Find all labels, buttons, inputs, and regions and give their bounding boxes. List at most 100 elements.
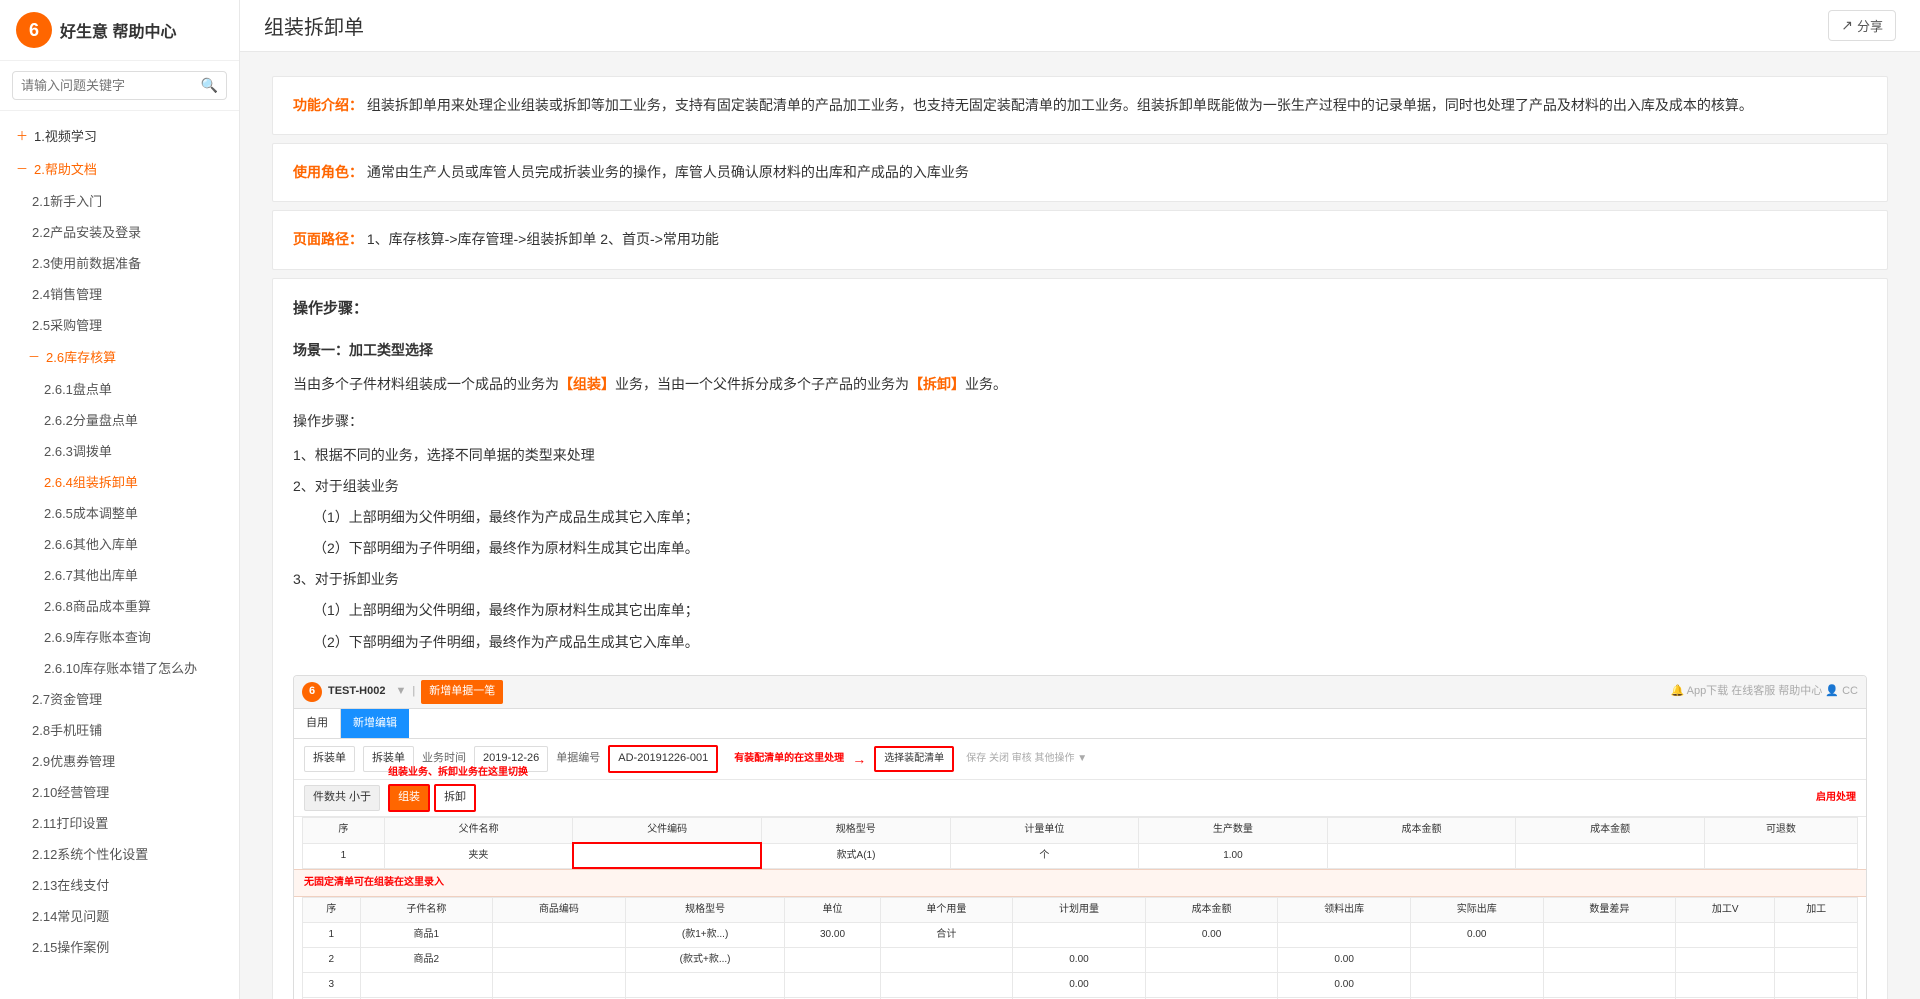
mock-table2: 序 子件名称 商品编码 规格型号 单位 单个用量 计划用量 成本金额 领料出库 (302, 897, 1858, 999)
role-text: 通常由生产人员或库管人员完成折装业务的操作，库管人员确认原材料的出库和产成品的入… (367, 164, 969, 180)
collapse-icon: － (16, 160, 28, 177)
mock-app-topbar: 6 TEST-H002 ▼ | 新增单据一笔 🔔 App下载 在线客服 帮助中心… (294, 676, 1866, 709)
mock-docno: AD-20191226-001 (608, 745, 718, 773)
step3-1: （1）上部明细为父件明细，最终作为原材料生成其它出库单； (293, 598, 1867, 623)
path-text: 1、库存核算->库存管理->组装拆卸单 2、首页->常用功能 (367, 231, 719, 247)
sidebar-item-video[interactable]: ＋ 1.视频学习 (0, 119, 239, 152)
table-row: 3 0.00 0.00 (303, 973, 1858, 998)
table-row: 2 商品2 (款式+款...) 0.00 0.00 (303, 948, 1858, 973)
annotation3: 组装业务、拆卸业务在这里切换 (388, 764, 528, 782)
sidebar-item-custom[interactable]: 2.12系统个性化设置 (0, 838, 239, 869)
share-button[interactable]: ↗ 分享 (1828, 10, 1896, 41)
search-icon[interactable]: 🔍 (201, 77, 218, 94)
table-row: 1 商品1 (款1+款...) 30.00 合计 0.00 0.00 (303, 923, 1858, 948)
mock-sep: | (412, 682, 415, 702)
sidebar-item-cost-reset[interactable]: 2.6.8商品成本重算 (0, 590, 239, 621)
page-title: 组装拆卸单 (264, 11, 364, 40)
sidebar-item-help-docs[interactable]: － 2.帮助文档 (0, 152, 239, 185)
sidebar-item-print[interactable]: 2.11打印设置 (0, 807, 239, 838)
red-arrow-1: → (852, 747, 866, 772)
mock-type-toggle: 组装 (388, 784, 430, 812)
sidebar-item-data-prep[interactable]: 2.3使用前数据准备 (0, 247, 239, 278)
sidebar-item-partial-stocktake[interactable]: 2.6.2分量盘点单 (0, 404, 239, 435)
sidebar-item-new-user[interactable]: 2.1新手入门 (0, 185, 239, 216)
mock-app: 6 TEST-H002 ▼ | 新增单据一笔 🔔 App下载 在线客服 帮助中心… (294, 676, 1866, 999)
mock-tab-new: 新增编辑 (341, 709, 409, 739)
mock-select-bom: 选择装配清单 (874, 746, 954, 772)
step2: 2、对于组装业务 (293, 474, 1867, 499)
intro-text: 组装拆卸单用来处理企业组装或拆卸等加工业务，支持有固定装配清单的产品加工业务，也… (367, 97, 1753, 113)
mock-doc-header: 拆装单 拆装单 业务时间 2019-12-26 单据编号 AD-20191226… (294, 739, 1866, 780)
sidebar-item-ledger-error[interactable]: 2.6.10库存账本错了怎么办 (0, 652, 239, 683)
sidebar-item-ledger-query[interactable]: 2.6.9库存账本查询 (0, 621, 239, 652)
mock-doc-type: 拆装单 (304, 746, 355, 772)
content-area: 功能介绍： 组装拆卸单用来处理企业组装或拆卸等加工业务，支持有固定装配清单的产品… (240, 52, 1920, 999)
mock-new-btn: 新增单据一笔 (421, 680, 503, 704)
table-row: 1 夹夹 款式A(1) 个 1.00 (303, 843, 1858, 868)
role-section: 使用角色： 通常由生产人员或库管人员完成折装业务的操作，库管人员确认原材料的出库… (272, 143, 1888, 202)
sidebar: 6 好生意 帮助中心 🔍 ＋ 1.视频学习 － 2.帮助文档 2.1新手入门 2… (0, 0, 240, 999)
annotation1: 有装配清单的在这里处理 (734, 750, 844, 768)
mock-separator-row: 无固定清单可在组装在这里录入 (294, 869, 1866, 897)
mock-dropdown: ▼ (395, 682, 406, 702)
path-section: 页面路径： 1、库存核算->库存管理->组装拆卸单 2、首页->常用功能 (272, 210, 1888, 269)
sidebar-item-coupon[interactable]: 2.9优惠券管理 (0, 745, 239, 776)
scene1-desc: 当由多个子件材料组装成一个成品的业务为【组装】业务，当由一个父件拆分成多个子产品… (293, 371, 1867, 398)
sidebar-item-ops[interactable]: 2.10经营管理 (0, 776, 239, 807)
app-logo-icon: 6 (16, 12, 52, 48)
intro-label: 功能介绍： (293, 97, 363, 113)
sidebar-item-cost-adjust[interactable]: 2.6.5成本调整单 (0, 497, 239, 528)
search-input[interactable] (21, 78, 201, 93)
mock-type-toggle2: 拆卸 (434, 784, 476, 812)
expand-icon: ＋ (16, 127, 28, 144)
mock-save-btn: 保存 关闭 审核 其他操作 ▼ (966, 750, 1087, 768)
app-name: 好生意 帮助中心 (60, 18, 176, 42)
step3: 3、对于拆卸业务 (293, 567, 1867, 592)
sidebar-item-purchase[interactable]: 2.5采购管理 (0, 309, 239, 340)
sidebar-item-other-in[interactable]: 2.6.6其他入库单 (0, 528, 239, 559)
sidebar-item-finance[interactable]: 2.7资金管理 (0, 683, 239, 714)
share-icon: ↗ (1841, 17, 1853, 34)
annotation3-container: 组装 拆卸 组装业务、拆卸业务在这里切换 (388, 784, 476, 812)
main-panel: 组装拆卸单 ↗ 分享 功能介绍： 组装拆卸单用来处理企业组装或拆卸等加工业务，支… (240, 0, 1920, 999)
annotation5: 无固定清单可在组装在这里录入 (304, 874, 444, 892)
step3-2: （2）下部明细为子件明细，最终作为产成品生成其它入库单。 (293, 630, 1867, 655)
mock-stat-count: 件数共 小于 (304, 785, 380, 811)
mock-table1-area: 序 父件名称 父件编码 规格型号 计量单位 生产数量 成本金额 成本金额 可退数 (294, 817, 1866, 869)
mock-tabs-row: 自用 新增编辑 (294, 709, 1866, 740)
sidebar-item-cases[interactable]: 2.15操作案例 (0, 931, 239, 962)
collapse-icon: － (28, 348, 40, 365)
ops-section: 操作步骤： 场景一：加工类型选择 当由多个子件材料组装成一个成品的业务为【组装】… (272, 278, 1888, 999)
steps-list: 1、根据不同的业务，选择不同单据的类型来处理 2、对于组装业务 （1）上部明细为… (293, 443, 1867, 655)
sidebar-item-faq[interactable]: 2.14常见问题 (0, 900, 239, 931)
step2-1: （1）上部明细为父件明细，最终作为产成品生成其它入库单； (293, 505, 1867, 530)
search-box[interactable]: 🔍 (12, 71, 227, 100)
step1: 1、根据不同的业务，选择不同单据的类型来处理 (293, 443, 1867, 468)
mock-table1: 序 父件名称 父件编码 规格型号 计量单位 生产数量 成本金额 成本金额 可退数 (302, 817, 1858, 869)
sidebar-item-mobile[interactable]: 2.8手机旺铺 (0, 714, 239, 745)
mock-tab-self: 自用 (294, 709, 341, 739)
steps-heading: 操作步骤： (293, 409, 1867, 434)
mock-annotation3-row: 件数共 小于 组装 拆卸 组装业务、拆卸业务在这里切换 启用处理 (294, 780, 1866, 817)
screenshot-container: 6 TEST-H002 ▼ | 新增单据一笔 🔔 App下载 在线客服 帮助中心… (293, 675, 1867, 999)
mock-docno-label: 单据编号 (556, 749, 600, 769)
mock-company: TEST-H002 (328, 682, 385, 702)
sidebar-item-stocktake[interactable]: 2.6.1盘点单 (0, 373, 239, 404)
scene1-heading: 场景一：加工类型选择 (293, 338, 1867, 363)
sidebar-item-assembly[interactable]: 2.6.4组装拆卸单 (0, 466, 239, 497)
mock-table2-area: 序 子件名称 商品编码 规格型号 单位 单个用量 计划用量 成本金额 领料出库 (294, 897, 1866, 999)
nav-tree: ＋ 1.视频学习 － 2.帮助文档 2.1新手入门 2.2产品安装及登录 2.3… (0, 111, 239, 999)
sidebar-item-transfer[interactable]: 2.6.3调拨单 (0, 435, 239, 466)
sidebar-item-sales[interactable]: 2.4销售管理 (0, 278, 239, 309)
logo-area: 6 好生意 帮助中心 (0, 0, 239, 61)
topbar: 组装拆卸单 ↗ 分享 (240, 0, 1920, 52)
path-label: 页面路径： (293, 231, 363, 247)
sidebar-item-other-out[interactable]: 2.6.7其他出库单 (0, 559, 239, 590)
intro-section: 功能介绍： 组装拆卸单用来处理企业组装或拆卸等加工业务，支持有固定装配清单的产品… (272, 76, 1888, 135)
sidebar-item-install[interactable]: 2.2产品安装及登录 (0, 216, 239, 247)
ops-heading: 操作步骤： (293, 295, 1867, 322)
sidebar-item-inventory[interactable]: － 2.6库存核算 (0, 340, 239, 373)
step2-2: （2）下部明细为子件明细，最终作为原材料生成其它出库单。 (293, 536, 1867, 561)
annotation4: 启用处理 (1816, 789, 1856, 807)
sidebar-item-payment[interactable]: 2.13在线支付 (0, 869, 239, 900)
